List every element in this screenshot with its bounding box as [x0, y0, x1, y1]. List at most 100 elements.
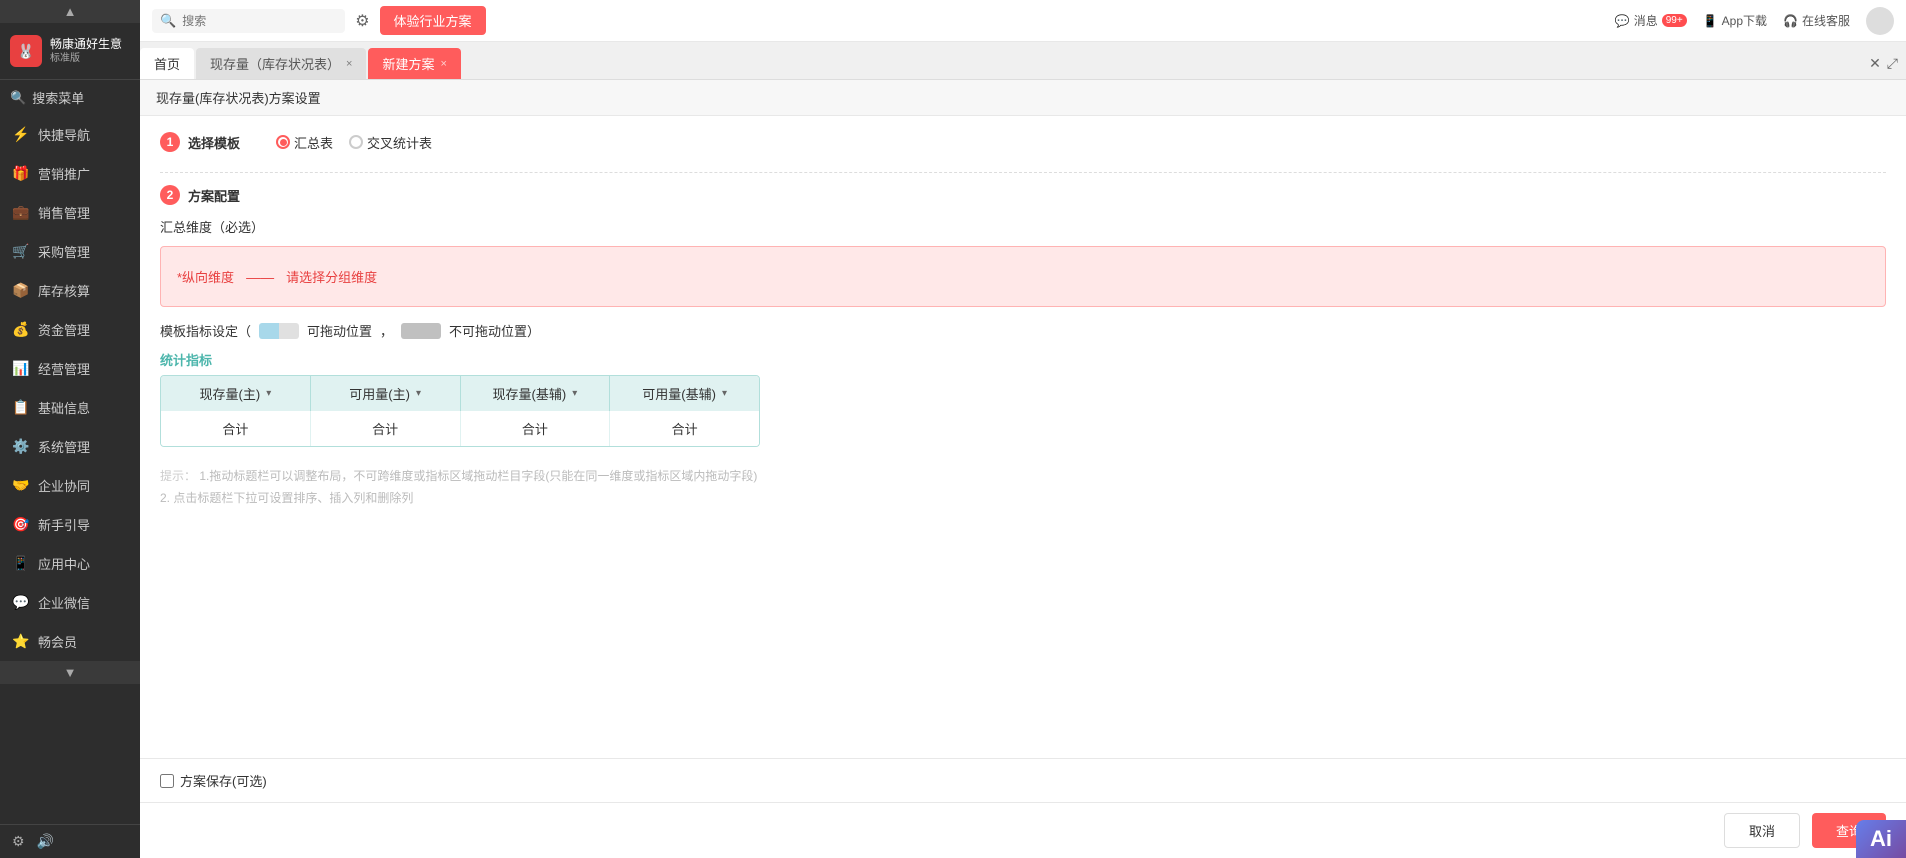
sidebar-item-enterprise[interactable]: 🤝 企业协同 — [0, 466, 140, 505]
sidebar-item-search[interactable]: 🔍 搜索菜单 — [0, 80, 140, 115]
footer-buttons: 取消 查询 — [140, 802, 1906, 858]
step1-block: 1 选择模板 汇总表 交叉统计表 — [160, 132, 1886, 152]
app-download-button[interactable]: 📱 App下载 — [1703, 12, 1767, 29]
col-header-available-aux[interactable]: 可用量(基辅) ▾ — [610, 376, 759, 411]
save-option-label: 方案保存(可选) — [180, 771, 267, 790]
col-header-current-main[interactable]: 现存量(主) ▾ — [161, 376, 311, 411]
cell-available-aux-subtotal: 合计 — [610, 411, 759, 446]
cell-available-main-subtotal: 合计 — [311, 411, 461, 446]
sidebar-logo: 🐰 畅康通好生意 标准版 — [0, 23, 140, 80]
dimension-required-label: *纵向维度 — [177, 267, 234, 286]
sidebar-item-app-center[interactable]: 📱 应用中心 — [0, 544, 140, 583]
cell-current-main-subtotal: 合计 — [161, 411, 311, 446]
template-radio-group: 汇总表 交叉统计表 — [276, 133, 432, 152]
member-icon: ⭐ — [12, 633, 30, 651]
headset-icon: 🎧 — [1783, 14, 1798, 28]
cancel-button[interactable]: 取消 — [1724, 813, 1800, 848]
sidebar-item-basic-info[interactable]: 📋 基础信息 — [0, 388, 140, 427]
stats-table-header: 现存量(主) ▾ 可用量(主) ▾ 现存量(基辅) ▾ 可用量(基辅) — [161, 376, 759, 411]
app-download-label: App下载 — [1722, 12, 1767, 29]
speaker-bottom-icon[interactable]: 🔊 — [37, 833, 54, 850]
search-box[interactable]: 🔍 — [152, 9, 345, 33]
enterprise-icon: 🤝 — [12, 477, 30, 495]
sidebar-item-marketing[interactable]: 🎁 营销推广 — [0, 154, 140, 193]
online-support-label: 在线客服 — [1802, 12, 1850, 29]
user-avatar[interactable] — [1866, 7, 1894, 35]
purchase-icon: 🛒 — [12, 243, 30, 261]
content-area: 现存量(库存状况表)方案设置 1 选择模板 汇总表 交叉统计表 — [140, 80, 1906, 858]
sidebar-item-finance[interactable]: 💰 资金管理 — [0, 310, 140, 349]
sidebar-item-weixin[interactable]: 💬 企业微信 — [0, 583, 140, 622]
summary-dimension-label: 汇总维度（必选） — [160, 217, 1886, 236]
dimension-placeholder: 请选择分组维度 — [286, 267, 377, 286]
new-scheme-tab-close[interactable]: × — [440, 58, 446, 70]
sidebar-item-quick-nav[interactable]: ⚡ 快捷导航 — [0, 115, 140, 154]
app-center-icon: 📱 — [12, 555, 30, 573]
header-right: 💬 消息 99+ 📱 App下载 🎧 在线客服 — [1615, 7, 1894, 35]
quick-nav-icon: ⚡ — [12, 126, 30, 144]
tab-bar: 首页 现存量（库存状况表） × 新建方案 × ✕ ⤢ — [140, 42, 1906, 80]
trial-button[interactable]: 体验行业方案 — [380, 6, 486, 35]
app-logo-icon: 🐰 — [10, 35, 42, 67]
marketing-icon: 🎁 — [12, 165, 30, 183]
chevron-down-icon-2: ▾ — [572, 388, 577, 399]
chevron-down-icon-3: ▾ — [722, 388, 727, 399]
sidebar: ▲ 🐰 畅康通好生意 标准版 🔍 搜索菜单 ⚡ 快捷导航 🎁 营销推广 💼 销售… — [0, 0, 140, 858]
tab-home[interactable]: 首页 — [140, 48, 194, 79]
search-box-icon: 🔍 — [160, 13, 176, 29]
system-icon: ⚙️ — [12, 438, 30, 456]
step2-title: 方案配置 — [188, 186, 240, 205]
search-input[interactable] — [182, 14, 337, 28]
fixed-badge — [401, 323, 441, 339]
step2-number: 2 — [160, 185, 180, 205]
chevron-down-icon-1: ▾ — [416, 388, 421, 399]
message-icon: 💬 — [1615, 14, 1630, 28]
stats-section-title: 统计指标 — [160, 350, 1886, 369]
sidebar-item-member[interactable]: ⭐ 畅会员 — [0, 622, 140, 661]
save-checkbox[interactable] — [160, 774, 174, 788]
sales-icon: 💼 — [12, 204, 30, 222]
sidebar-item-sales[interactable]: 💼 销售管理 — [0, 193, 140, 232]
sidebar-item-operations[interactable]: 📊 经营管理 — [0, 349, 140, 388]
step2-block: 2 方案配置 汇总维度（必选） *纵向维度 —— 请选择分组维度 模板指标设定（… — [160, 185, 1886, 509]
scheme-body: 1 选择模板 汇总表 交叉统计表 — [140, 116, 1906, 758]
sidebar-item-inventory[interactable]: 📦 库存核算 — [0, 271, 140, 310]
template-indicator-row: 模板指标设定（ 可拖动位置 ， 不可拖动位置） — [160, 321, 1886, 340]
step1-number: 1 — [160, 132, 180, 152]
sidebar-item-purchase[interactable]: 🛒 采购管理 — [0, 232, 140, 271]
sidebar-item-newbie[interactable]: 🎯 新手引导 — [0, 505, 140, 544]
main-area: 🔍 ⚙ 体验行业方案 💬 消息 99+ 📱 App下载 🎧 在线客服 首页 — [140, 0, 1906, 858]
stats-table-body: 合计 合计 合计 合计 — [161, 411, 759, 446]
tab-expand-icon[interactable]: ⤢ — [1887, 55, 1898, 72]
sidebar-item-system[interactable]: ⚙️ 系统管理 — [0, 427, 140, 466]
app-logo-text: 畅康通好生意 标准版 — [50, 37, 122, 66]
radio-cross[interactable]: 交叉统计表 — [349, 133, 432, 152]
home-tab-label: 首页 — [154, 54, 180, 73]
inventory-icon: 📦 — [12, 282, 30, 300]
ai-badge[interactable]: Ai — [1856, 820, 1906, 858]
draggable-badge — [259, 323, 299, 339]
online-support-button[interactable]: 🎧 在线客服 — [1783, 12, 1850, 29]
dimension-box[interactable]: *纵向维度 —— 请选择分组维度 — [160, 246, 1886, 307]
page-title: 现存量(库存状况表)方案设置 — [140, 80, 1906, 116]
col-header-current-aux[interactable]: 现存量(基辅) ▾ — [461, 376, 611, 411]
inventory-status-tab-close[interactable]: × — [346, 58, 352, 70]
gear-button[interactable]: ⚙ — [355, 11, 369, 31]
radio-summary[interactable]: 汇总表 — [276, 133, 333, 152]
tab-close-all-icon[interactable]: ✕ — [1869, 55, 1881, 72]
radio-cross-circle — [349, 135, 363, 149]
message-button[interactable]: 💬 消息 99+ — [1615, 12, 1687, 29]
newbie-icon: 🎯 — [12, 516, 30, 534]
col-header-available-main[interactable]: 可用量(主) ▾ — [311, 376, 461, 411]
save-option-row: 方案保存(可选) — [140, 758, 1906, 802]
settings-bottom-icon[interactable]: ⚙ — [12, 833, 25, 850]
sidebar-scroll-down[interactable]: ▼ — [0, 661, 140, 684]
tab-bar-actions: ✕ ⤢ — [1869, 48, 1906, 79]
step1-header: 1 选择模板 汇总表 交叉统计表 — [160, 132, 1886, 152]
basic-info-icon: 📋 — [12, 399, 30, 417]
sidebar-scroll-up[interactable]: ▲ — [0, 0, 140, 23]
weixin-icon: 💬 — [12, 594, 30, 612]
tab-new-scheme[interactable]: 新建方案 × — [368, 48, 460, 79]
message-label: 消息 — [1634, 12, 1658, 29]
tab-inventory-status[interactable]: 现存量（库存状况表） × — [196, 48, 366, 79]
